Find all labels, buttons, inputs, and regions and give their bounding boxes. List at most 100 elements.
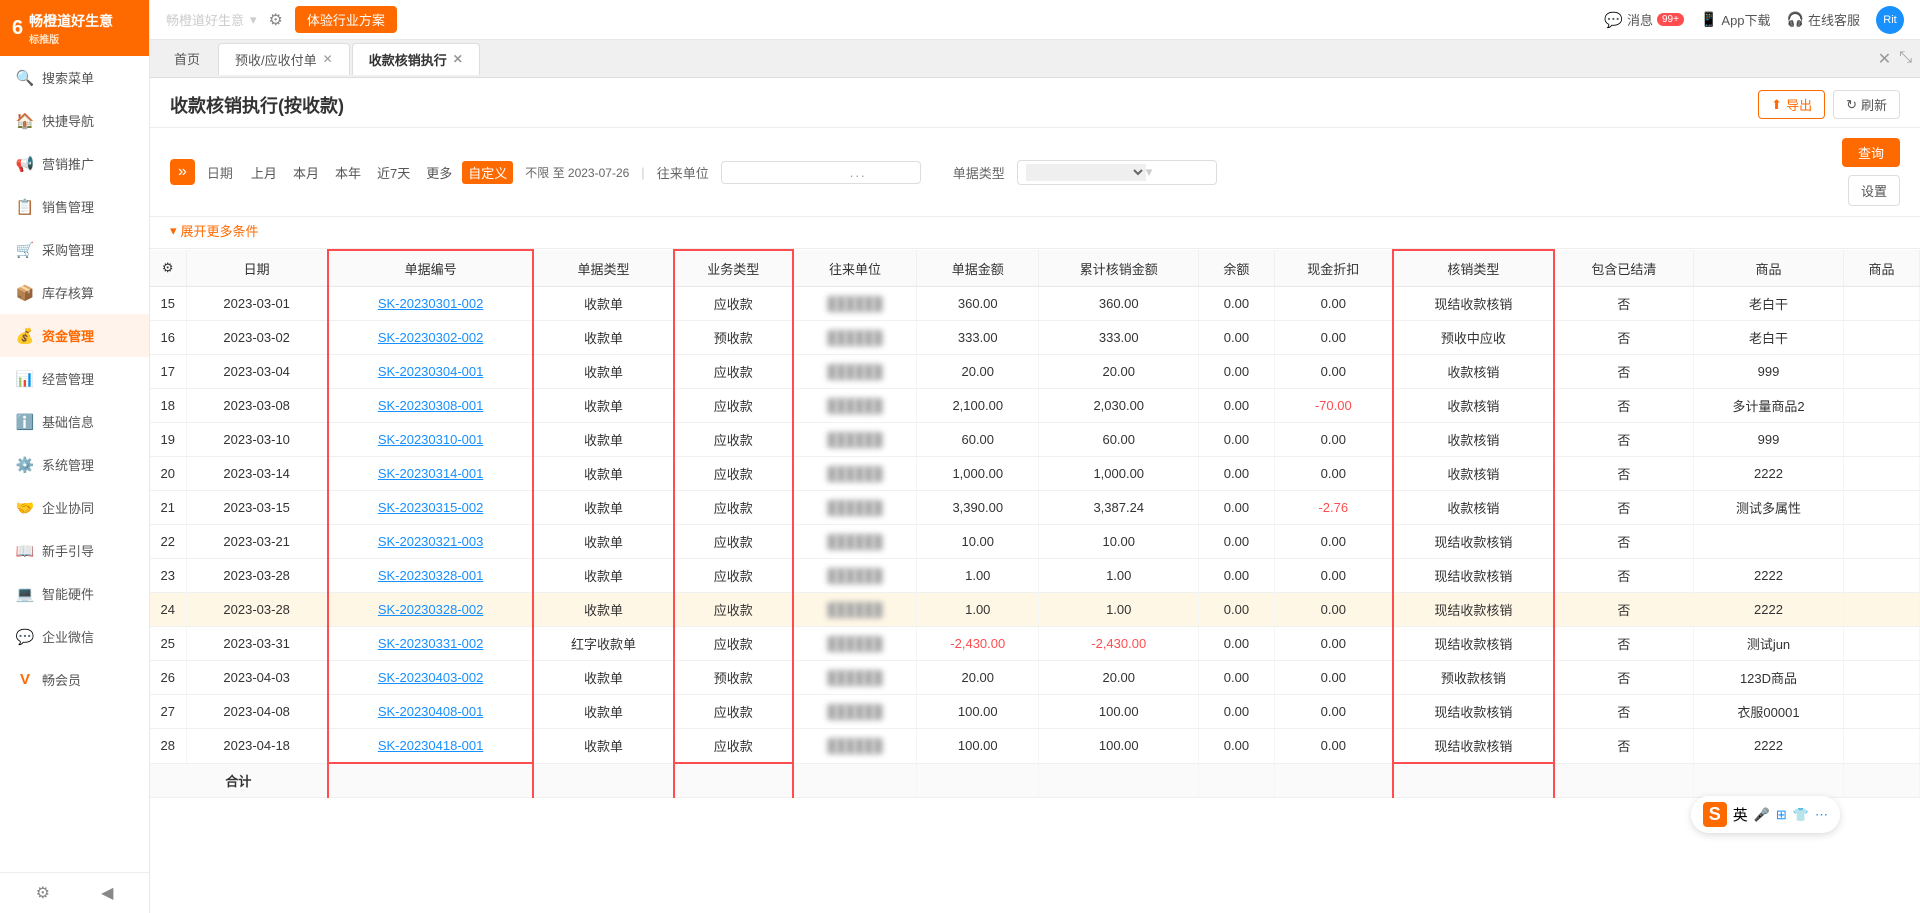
marketing-icon: 📢 bbox=[16, 155, 34, 173]
doc-no-link[interactable]: SK-20230310-001 bbox=[378, 432, 484, 447]
th-amount[interactable]: 单据金额 bbox=[917, 250, 1039, 287]
sidebar-item-inventory[interactable]: 📦 库存核算 bbox=[0, 271, 149, 314]
sidebar-item-wechat[interactable]: 💬 企业微信 bbox=[0, 615, 149, 658]
topbar-chevron-icon[interactable]: ▾ bbox=[250, 12, 257, 28]
th-counterparty[interactable]: 往来单位 bbox=[793, 250, 917, 287]
td-date: 2023-03-01 bbox=[186, 287, 328, 321]
date-label: 日期 bbox=[207, 163, 233, 182]
tab-home[interactable]: 首页 bbox=[158, 43, 216, 75]
doc-no-link[interactable]: SK-20230331-002 bbox=[378, 636, 484, 651]
doc-no-link[interactable]: SK-20230403-002 bbox=[378, 670, 484, 685]
doc-no-link[interactable]: SK-20230328-002 bbox=[378, 602, 484, 617]
counterparty-input[interactable] bbox=[730, 165, 850, 180]
sidebar-item-enterprise[interactable]: 🤝 企业协同 bbox=[0, 486, 149, 529]
sidebar-item-member[interactable]: V 畅会员 bbox=[0, 658, 149, 701]
th-has-settled[interactable]: 包含已结清 bbox=[1554, 250, 1693, 287]
watermark-more-icon[interactable]: ⋯ bbox=[1815, 807, 1828, 823]
doc-no-link[interactable]: SK-20230321-003 bbox=[378, 534, 484, 549]
td-doc-no: SK-20230310-001 bbox=[328, 423, 534, 457]
doc-no-link[interactable]: SK-20230304-001 bbox=[378, 364, 484, 379]
collapse-icon[interactable]: ◀ bbox=[101, 883, 113, 903]
tab-prepay[interactable]: 预收/应收付单 ✕ bbox=[218, 43, 350, 75]
td-discount: 0.00 bbox=[1274, 423, 1392, 457]
td-discount: 0.00 bbox=[1274, 321, 1392, 355]
filter-bar: » 日期 上月 本月 本年 近7天 更多 自定义 不限 至 2023-07-26… bbox=[150, 128, 1920, 217]
online-service[interactable]: 🎧 在线客服 bbox=[1787, 10, 1860, 29]
export-icon: ⬆ bbox=[1771, 97, 1782, 113]
date-btn-this-year[interactable]: 本年 bbox=[329, 161, 367, 184]
th-settings[interactable]: ⚙ bbox=[150, 250, 186, 287]
sidebar-item-finance[interactable]: 💰 资金管理 bbox=[0, 314, 149, 357]
td-cancel-amount: 60.00 bbox=[1039, 423, 1199, 457]
doc-no-link[interactable]: SK-20230418-001 bbox=[378, 738, 484, 753]
tab-close-icon[interactable]: ✕ bbox=[1878, 49, 1891, 69]
watermark-shirt-icon[interactable]: 👕 bbox=[1793, 807, 1809, 823]
td-amount: 100.00 bbox=[917, 695, 1039, 729]
user-avatar[interactable]: Rit bbox=[1876, 6, 1904, 34]
td-footer-balance bbox=[1199, 763, 1275, 797]
td-doc-type: 收款单 bbox=[533, 695, 673, 729]
date-btn-this-month[interactable]: 本月 bbox=[287, 161, 325, 184]
th-doc-type[interactable]: 单据类型 bbox=[533, 250, 673, 287]
receipt-type-select[interactable] bbox=[1026, 164, 1146, 181]
td-date: 2023-03-04 bbox=[186, 355, 328, 389]
doc-no-link[interactable]: SK-20230302-002 bbox=[378, 330, 484, 345]
td-footer-cancel-amount bbox=[1039, 763, 1199, 797]
th-product1[interactable]: 商品 bbox=[1693, 250, 1843, 287]
doc-no-link[interactable]: SK-20230328-001 bbox=[378, 568, 484, 583]
th-discount[interactable]: 现金折扣 bbox=[1274, 250, 1392, 287]
setting-button[interactable]: 设置 bbox=[1848, 175, 1900, 206]
sidebar-item-marketing[interactable]: 📢 营销推广 bbox=[0, 142, 149, 185]
refresh-button[interactable]: ↻ 刷新 bbox=[1833, 90, 1900, 119]
tab-prepay-close[interactable]: ✕ bbox=[323, 52, 333, 66]
date-btn-7days[interactable]: 近7天 bbox=[371, 161, 416, 184]
tab-expand-icon[interactable]: ⤡ bbox=[1899, 49, 1912, 69]
watermark-grid-icon[interactable]: ⊞ bbox=[1776, 807, 1787, 823]
app-download[interactable]: 📱 App下载 bbox=[1700, 10, 1771, 29]
td-doc-type: 收款单 bbox=[533, 559, 673, 593]
td-doc-type: 收款单 bbox=[533, 491, 673, 525]
doc-no-link[interactable]: SK-20230314-001 bbox=[378, 466, 484, 481]
date-btn-last-month[interactable]: 上月 bbox=[245, 161, 283, 184]
th-balance[interactable]: 余额 bbox=[1199, 250, 1275, 287]
sidebar-item-quicknav[interactable]: 🏠 快捷导航 bbox=[0, 99, 149, 142]
th-date[interactable]: 日期 bbox=[186, 250, 328, 287]
sidebar-item-hardware[interactable]: 💻 智能硬件 bbox=[0, 572, 149, 615]
export-button[interactable]: ⬆ 导出 bbox=[1758, 90, 1825, 119]
doc-no-link[interactable]: SK-20230315-002 bbox=[378, 500, 484, 515]
th-biz-type[interactable]: 业务类型 bbox=[674, 250, 793, 287]
sidebar-item-search[interactable]: 🔍 搜索菜单 bbox=[0, 56, 149, 99]
th-doc-no[interactable]: 单据编号 bbox=[328, 250, 534, 287]
message-icon[interactable]: 💬 消息 99+ bbox=[1604, 10, 1684, 29]
th-cancel-type[interactable]: 核销类型 bbox=[1393, 250, 1554, 287]
td-product1 bbox=[1693, 525, 1843, 559]
sidebar-item-guide[interactable]: 📖 新手引导 bbox=[0, 529, 149, 572]
sidebar-item-system[interactable]: ⚙️ 系统管理 bbox=[0, 443, 149, 486]
solution-button[interactable]: 体验行业方案 bbox=[295, 6, 397, 33]
doc-no-link[interactable]: SK-20230408-001 bbox=[378, 704, 484, 719]
settings-icon[interactable]: ⚙ bbox=[36, 883, 50, 903]
sidebar-item-operations[interactable]: 📊 经营管理 bbox=[0, 357, 149, 400]
topbar-gear-icon[interactable]: ⚙ bbox=[269, 10, 283, 30]
date-btn-more[interactable]: 更多 bbox=[420, 161, 458, 184]
purchase-icon: 🛒 bbox=[16, 241, 34, 259]
th-cancel-amount[interactable]: 累计核销金额 bbox=[1039, 250, 1199, 287]
sidebar-item-purchase[interactable]: 🛒 采购管理 bbox=[0, 228, 149, 271]
tab-cancel-close[interactable]: ✕ bbox=[453, 52, 463, 66]
doc-no-link[interactable]: SK-20230308-001 bbox=[378, 398, 484, 413]
receipt-type-label: 单据类型 bbox=[953, 163, 1005, 182]
expand-conditions-button[interactable]: ▾ 展开更多条件 bbox=[170, 221, 259, 240]
date-btn-custom[interactable]: 自定义 bbox=[462, 161, 513, 184]
td-doc-no: SK-20230328-001 bbox=[328, 559, 534, 593]
td-amount: 1.00 bbox=[917, 593, 1039, 627]
filter-toggle-button[interactable]: » bbox=[170, 159, 195, 185]
sidebar-item-basic[interactable]: ℹ️ 基础信息 bbox=[0, 400, 149, 443]
query-button[interactable]: 查询 bbox=[1842, 138, 1900, 167]
sidebar-item-sales[interactable]: 📋 销售管理 bbox=[0, 185, 149, 228]
doc-no-link[interactable]: SK-20230301-002 bbox=[378, 296, 484, 311]
tab-cancel[interactable]: 收款核销执行 ✕ bbox=[352, 43, 480, 75]
td-discount: 0.00 bbox=[1274, 729, 1392, 764]
watermark-mic-icon[interactable]: 🎤 bbox=[1754, 807, 1770, 823]
td-counterparty: ██████ bbox=[793, 491, 917, 525]
th-product2[interactable]: 商品 bbox=[1844, 250, 1920, 287]
